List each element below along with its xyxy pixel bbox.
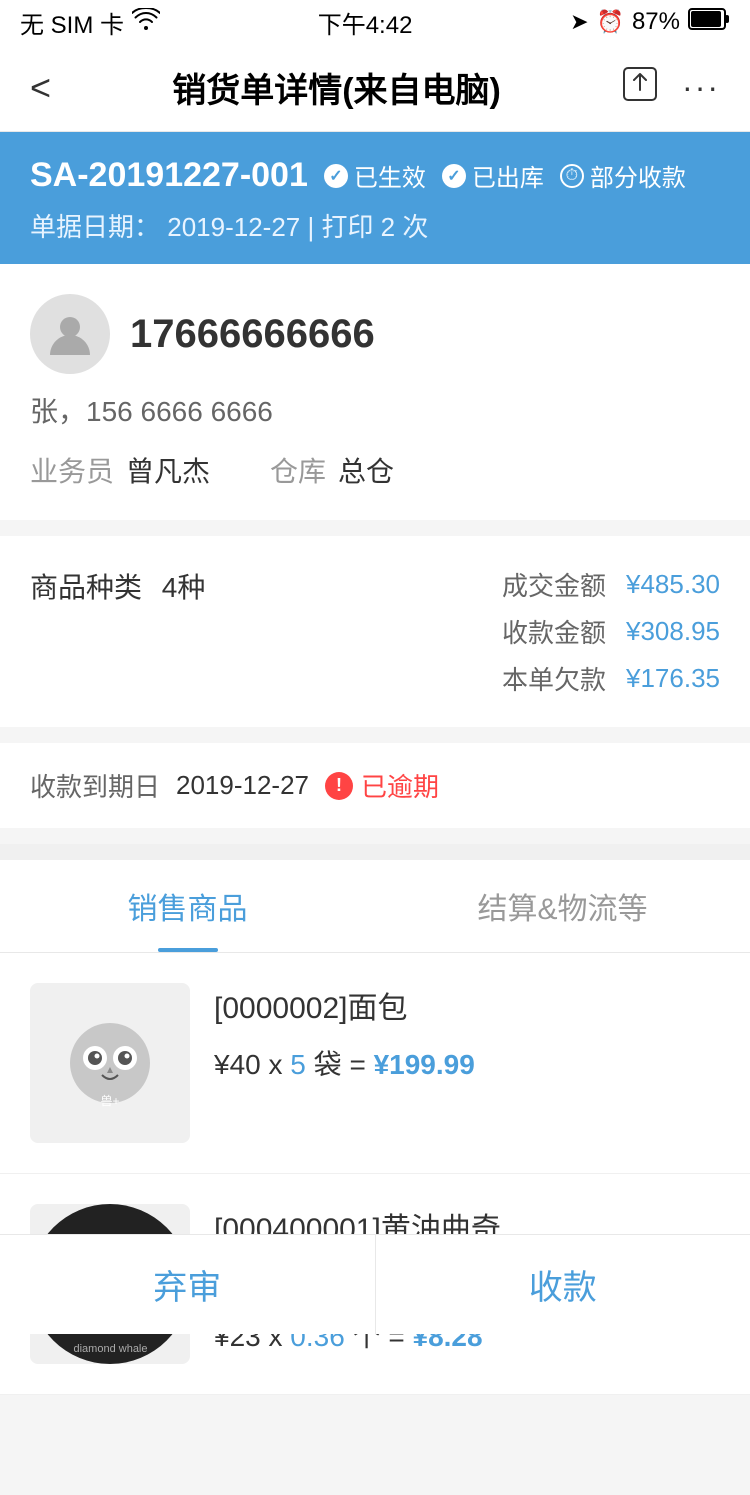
overdue-badge: ! 已逾期 — [325, 767, 439, 804]
page-title: 销货单详情(来自电脑) — [172, 63, 501, 112]
more-button[interactable]: ··· — [682, 69, 720, 106]
order-id: SA-20191227-001 — [30, 156, 308, 195]
customer-avatar — [30, 294, 110, 374]
warehouse-info: 仓库 总仓 — [270, 450, 394, 490]
customer-section: 17666666666 张，156 6666 6666 业务员 曾凡杰 仓库 总… — [0, 264, 750, 520]
check-icon-2: ✓ — [442, 164, 466, 188]
stats-section: 商品种类 4种 成交金额 ¥485.30 收款金额 ¥308.95 本单欠款 ¥… — [0, 536, 750, 727]
status-bar: 无 SIM 卡 下午4:42 ➤ ⏰ 87% — [0, 0, 750, 44]
battery-text: 87% — [632, 8, 680, 36]
svg-text:兽+: 兽+ — [100, 1094, 119, 1108]
share-button[interactable] — [622, 66, 658, 109]
product-name-1: [0000002]面包 — [214, 983, 720, 1027]
nav-right: ··· — [622, 66, 720, 109]
tab-settlement[interactable]: 结算&物流等 — [375, 860, 750, 952]
customer-name: 张，156 6666 6666 — [30, 390, 720, 430]
nav-left: < — [30, 67, 51, 109]
battery-icon — [688, 8, 730, 37]
svg-text:diamond whale: diamond whale — [73, 1343, 147, 1355]
status-right: ➤ ⏰ 87% — [570, 8, 730, 37]
table-row: 兽+ [0000002]面包 ¥40 x 5 袋 = ¥199.99 — [0, 953, 750, 1174]
clock-icon: ⏱ — [560, 164, 584, 188]
status-time: 下午4:42 — [318, 5, 413, 40]
status-left: 无 SIM 卡 — [20, 5, 160, 40]
customer-meta: 业务员 曾凡杰 仓库 总仓 — [30, 450, 720, 490]
divider — [0, 844, 750, 860]
collect-payment-button[interactable]: 收款 — [376, 1235, 750, 1334]
customer-id: 17666666666 — [130, 312, 375, 357]
header-date: 单据日期： 2019-12-27 | 打印 2 次 — [30, 207, 720, 244]
back-button[interactable]: < — [30, 67, 51, 109]
status-badge-shipped: ✓ 已出库 — [442, 158, 544, 193]
product-info-1: [0000002]面包 ¥40 x 5 袋 = ¥199.99 — [214, 983, 720, 1083]
abandon-review-button[interactable]: 弃审 — [0, 1235, 376, 1334]
due-section: 收款到期日 2019-12-27 ! 已逾期 — [0, 743, 750, 828]
tab-products[interactable]: 销售商品 — [0, 860, 375, 952]
tabs: 销售商品 结算&物流等 — [0, 860, 750, 953]
status-badge-active: ✓ 已生效 — [324, 158, 426, 193]
deal-amount-row: 成交金额 ¥485.30 — [502, 566, 720, 603]
carrier-text: 无 SIM 卡 — [20, 5, 124, 40]
location-icon: ➤ — [570, 9, 588, 35]
sales-info: 业务员 曾凡杰 — [30, 450, 210, 490]
status-badge-partial: ⏱ 部分收款 — [560, 158, 686, 193]
nav-bar: < 销货单详情(来自电脑) ··· — [0, 44, 750, 132]
header-banner: SA-20191227-001 ✓ 已生效 ✓ 已出库 ⏱ 部分收款 单据日期：… — [0, 132, 750, 264]
alarm-icon: ⏰ — [597, 9, 624, 35]
overdue-icon: ! — [325, 772, 353, 800]
product-price-1: ¥40 x 5 袋 = ¥199.99 — [214, 1043, 720, 1083]
product-image-1: 兽+ — [30, 983, 190, 1143]
received-amount-row: 收款金额 ¥308.95 — [502, 613, 720, 650]
check-icon-1: ✓ — [324, 164, 348, 188]
wifi-icon — [132, 8, 160, 37]
action-bar: 弃审 收款 — [0, 1234, 750, 1334]
debt-amount-row: 本单欠款 ¥176.35 — [502, 660, 720, 697]
